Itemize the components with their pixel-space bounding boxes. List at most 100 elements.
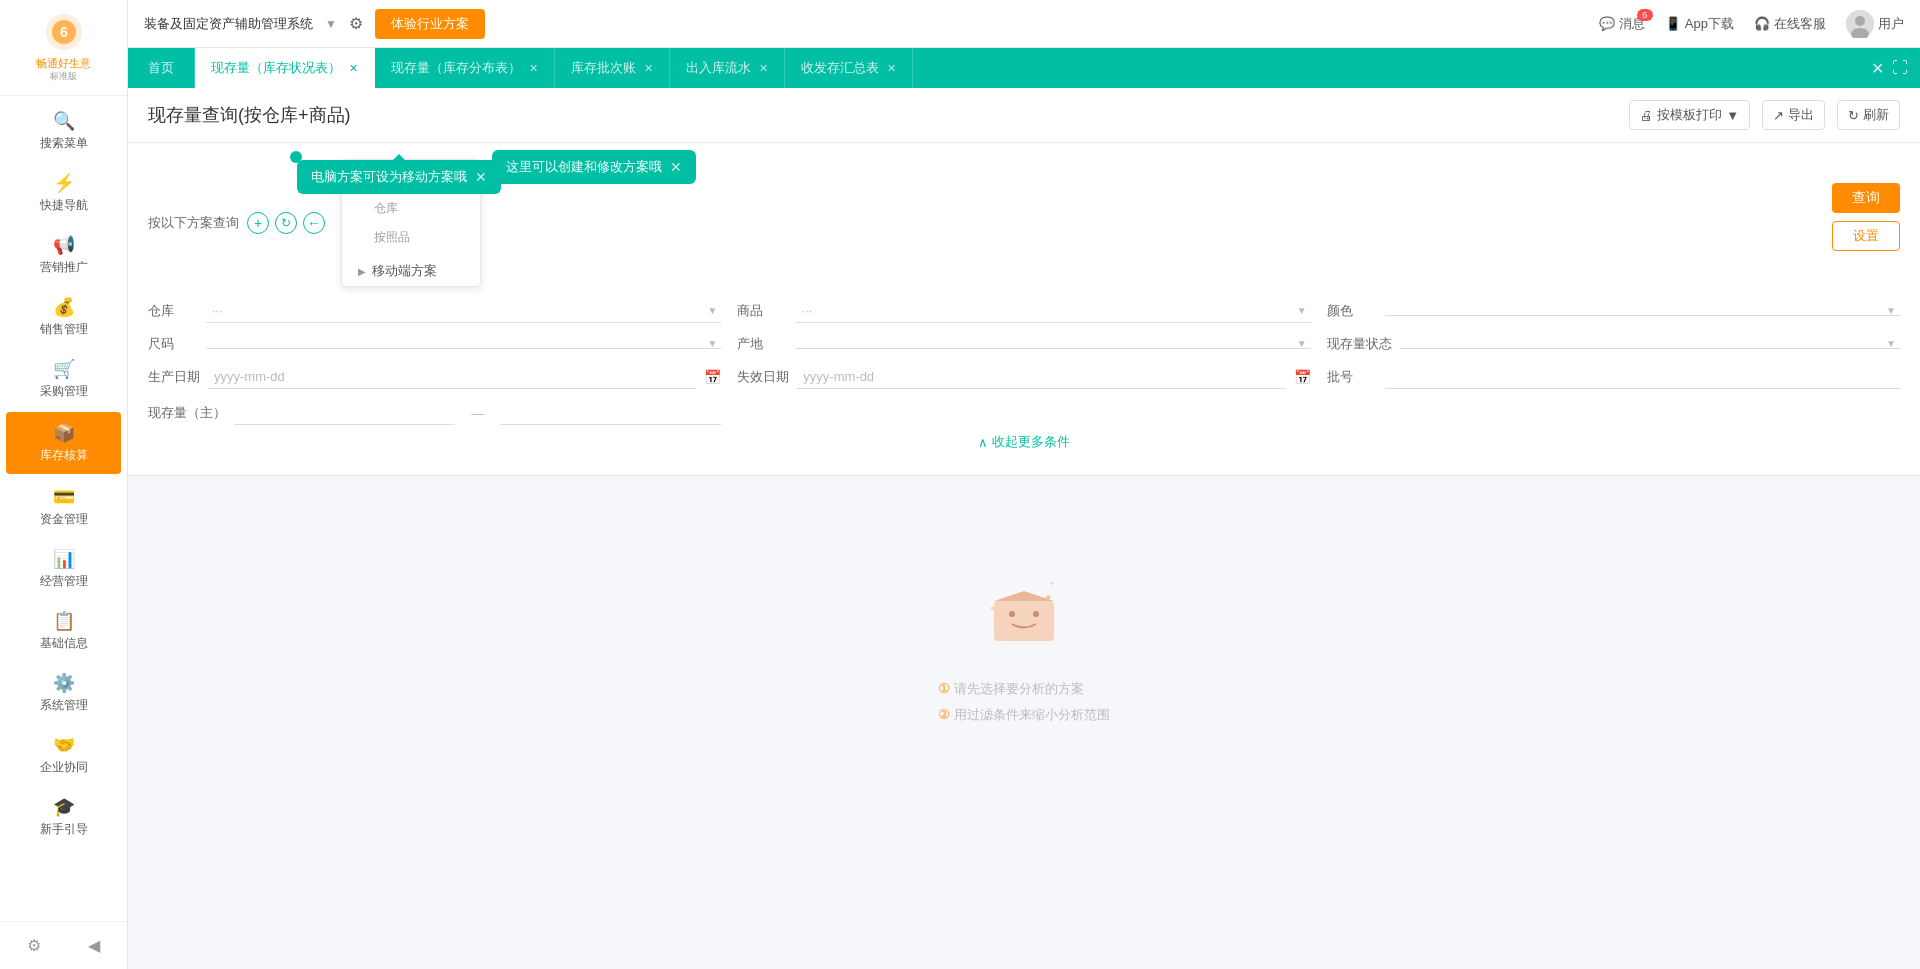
sidebar-item-system[interactable]: ⚙️ 系统管理: [0, 662, 127, 724]
produce-date-calendar-icon[interactable]: 📅: [704, 369, 721, 385]
sidebar-item-inventory[interactable]: 📦 库存核算: [6, 412, 121, 474]
sidebar-item-finance-label: 资金管理: [40, 511, 88, 528]
tab-batch-account[interactable]: 库存批次账 ✕: [555, 48, 670, 88]
enterprise-nav-icon: 🤝: [53, 734, 75, 756]
goods-arrow-icon: ▼: [1297, 305, 1307, 316]
stock-main-start-input[interactable]: [234, 401, 455, 425]
filter-batch: 批号: [1327, 365, 1900, 389]
tab-inventory-status[interactable]: 现存量（库存状况表） ✕: [195, 48, 375, 88]
maximize-tab-icon[interactable]: ⛶: [1892, 59, 1908, 77]
empty-tip-2: ② 用过滤条件来缩小分析范围: [938, 702, 1110, 728]
page-title: 现存量查询(按仓库+商品): [148, 103, 351, 127]
sidebar-item-finance[interactable]: 💳 资金管理: [0, 476, 127, 538]
filter-origin: 产地 ▼: [737, 335, 1310, 353]
expire-date-label: 失效日期: [737, 368, 789, 386]
user-item[interactable]: 用户: [1846, 10, 1904, 38]
tab-inventory-dist-label: 现存量（库存分布表）: [391, 59, 521, 77]
online-support-item[interactable]: 🎧 在线客服: [1754, 15, 1826, 33]
nav-menu: 🔍 搜索菜单 ⚡ 快捷导航 📢 营销推广 💰 销售管理 🛒 采购管理 📦 库存核…: [0, 96, 127, 921]
scheme-sub-goods[interactable]: 按照品: [342, 223, 480, 252]
reset-button[interactable]: 设置: [1832, 221, 1900, 251]
export-button[interactable]: ↗ 导出: [1762, 100, 1825, 130]
tab-batch-account-close[interactable]: ✕: [644, 62, 653, 75]
back-scheme-btn[interactable]: ←: [303, 212, 325, 234]
svg-text:✦: ✦: [1044, 592, 1052, 603]
svg-text:6: 6: [60, 24, 68, 40]
page-actions: 🖨 按模板打印 ▼ ↗ 导出 ↻ 刷新: [1629, 100, 1900, 130]
sidebar-item-basics-label: 基础信息: [40, 635, 88, 652]
batch-input[interactable]: [1385, 365, 1900, 389]
filter-expire-date: 失效日期 📅: [737, 365, 1310, 389]
sidebar-item-sales[interactable]: 💰 销售管理: [0, 286, 127, 348]
color-select-wrap[interactable]: ▼: [1385, 307, 1900, 316]
refresh-button[interactable]: ↻ 刷新: [1837, 100, 1900, 130]
sidebar-item-operations[interactable]: 📊 经营管理: [0, 538, 127, 600]
filter-header: 按以下方案查询 + ↻ ← 电脑方案可设为移动方案哦 ✕: [148, 159, 1900, 287]
filter-color: 颜色 ▼: [1327, 302, 1900, 320]
sidebar-item-system-label: 系统管理: [40, 697, 88, 714]
stock-status-select-wrap[interactable]: ▼: [1400, 340, 1900, 349]
sidebar-item-quick-label: 快捷导航: [40, 197, 88, 214]
sales-nav-icon: 💰: [53, 296, 75, 318]
warehouse-select-wrap[interactable]: ··· ▼: [206, 299, 721, 323]
tab-inventory-dist[interactable]: 现存量（库存分布表） ✕: [375, 48, 555, 88]
tab-home-label: 首页: [148, 59, 174, 77]
filter-stock-status: 现存量状态 ▼: [1327, 335, 1900, 353]
svg-text:✦: ✦: [989, 604, 996, 613]
stock-main-end-input[interactable]: [500, 401, 721, 425]
sidebar-item-guide[interactable]: 🎓 新手引导: [0, 786, 127, 848]
origin-arrow-icon: ▼: [1297, 338, 1307, 349]
collapse-sidebar-icon[interactable]: ◀: [80, 932, 108, 959]
edit-scheme-btn[interactable]: ↻: [275, 212, 297, 234]
tab-recv-summary[interactable]: 收发存汇总表 ✕: [785, 48, 913, 88]
tooltip2-close-icon[interactable]: ✕: [670, 159, 682, 175]
print-button[interactable]: 🖨 按模板打印 ▼: [1629, 100, 1750, 130]
sidebar-item-marketing[interactable]: 📢 营销推广: [0, 224, 127, 286]
header-right: 💬 消息 6 📱 App下载 🎧 在线客服: [1599, 10, 1904, 38]
size-arrow-icon: ▼: [707, 338, 717, 349]
sidebar-item-operations-label: 经营管理: [40, 573, 88, 590]
trial-button[interactable]: 体验行业方案: [375, 9, 485, 39]
tab-in-out-flow-close[interactable]: ✕: [759, 62, 768, 75]
collapse-filter-btn[interactable]: ∧ 收起更多条件: [148, 425, 1900, 459]
message-item[interactable]: 💬 消息 6: [1599, 15, 1645, 33]
expire-date-input[interactable]: [797, 365, 1285, 389]
goods-select-wrap[interactable]: ··· ▼: [795, 299, 1310, 323]
content-area: 现存量查询(按仓库+商品) 🖨 按模板打印 ▼ ↗ 导出 ↻ 刷新: [128, 88, 1920, 969]
origin-select-wrap[interactable]: ▼: [795, 340, 1310, 349]
sidebar-item-quick[interactable]: ⚡ 快捷导航: [0, 162, 127, 224]
close-tab-icon[interactable]: ✕: [1871, 59, 1884, 78]
tooltip1-text: 电脑方案可设为移动方案哦: [311, 168, 467, 186]
settings-bottom-icon[interactable]: ⚙: [19, 932, 49, 959]
purchase-nav-icon: 🛒: [53, 358, 75, 380]
sidebar-item-purchase[interactable]: 🛒 采购管理: [0, 348, 127, 410]
sidebar-item-search[interactable]: 🔍 搜索菜单: [0, 100, 127, 162]
tab-inventory-dist-close[interactable]: ✕: [529, 62, 538, 75]
app-download-item[interactable]: 📱 App下载: [1665, 15, 1734, 33]
guide-nav-icon: 🎓: [53, 796, 75, 818]
add-scheme-btn[interactable]: +: [247, 212, 269, 234]
system-title: 装备及固定资产辅助管理系统: [144, 15, 313, 33]
sidebar-bottom: ⚙ ◀: [0, 921, 127, 969]
tab-recv-summary-close[interactable]: ✕: [887, 62, 896, 75]
produce-date-input[interactable]: [208, 365, 696, 389]
tab-in-out-flow[interactable]: 出入库流水 ✕: [670, 48, 785, 88]
headset-icon: 🎧: [1754, 16, 1770, 31]
scheme-mobile-item[interactable]: ▶ 移动端方案: [342, 256, 480, 286]
inventory-nav-icon: 📦: [53, 422, 75, 444]
scheme-sub-warehouse[interactable]: 仓库: [342, 194, 480, 223]
search-button[interactable]: 查询: [1832, 183, 1900, 213]
produce-date-label: 生产日期: [148, 368, 200, 386]
tab-home[interactable]: 首页: [128, 48, 195, 88]
settings-gear-icon[interactable]: ⚙: [349, 14, 363, 33]
system-dropdown-icon[interactable]: ▼: [325, 17, 337, 31]
empty-tip-1: ① 请先选择要分析的方案: [938, 676, 1110, 702]
sidebar-item-enterprise-label: 企业协同: [40, 759, 88, 776]
size-select-wrap[interactable]: ▼: [206, 340, 721, 349]
sidebar-item-basics[interactable]: 📋 基础信息: [0, 600, 127, 662]
expire-date-calendar-icon[interactable]: 📅: [1294, 369, 1311, 385]
batch-label: 批号: [1327, 368, 1377, 386]
stock-status-label: 现存量状态: [1327, 335, 1392, 353]
sidebar-item-enterprise[interactable]: 🤝 企业协同: [0, 724, 127, 786]
tab-inventory-status-close[interactable]: ✕: [349, 62, 358, 75]
